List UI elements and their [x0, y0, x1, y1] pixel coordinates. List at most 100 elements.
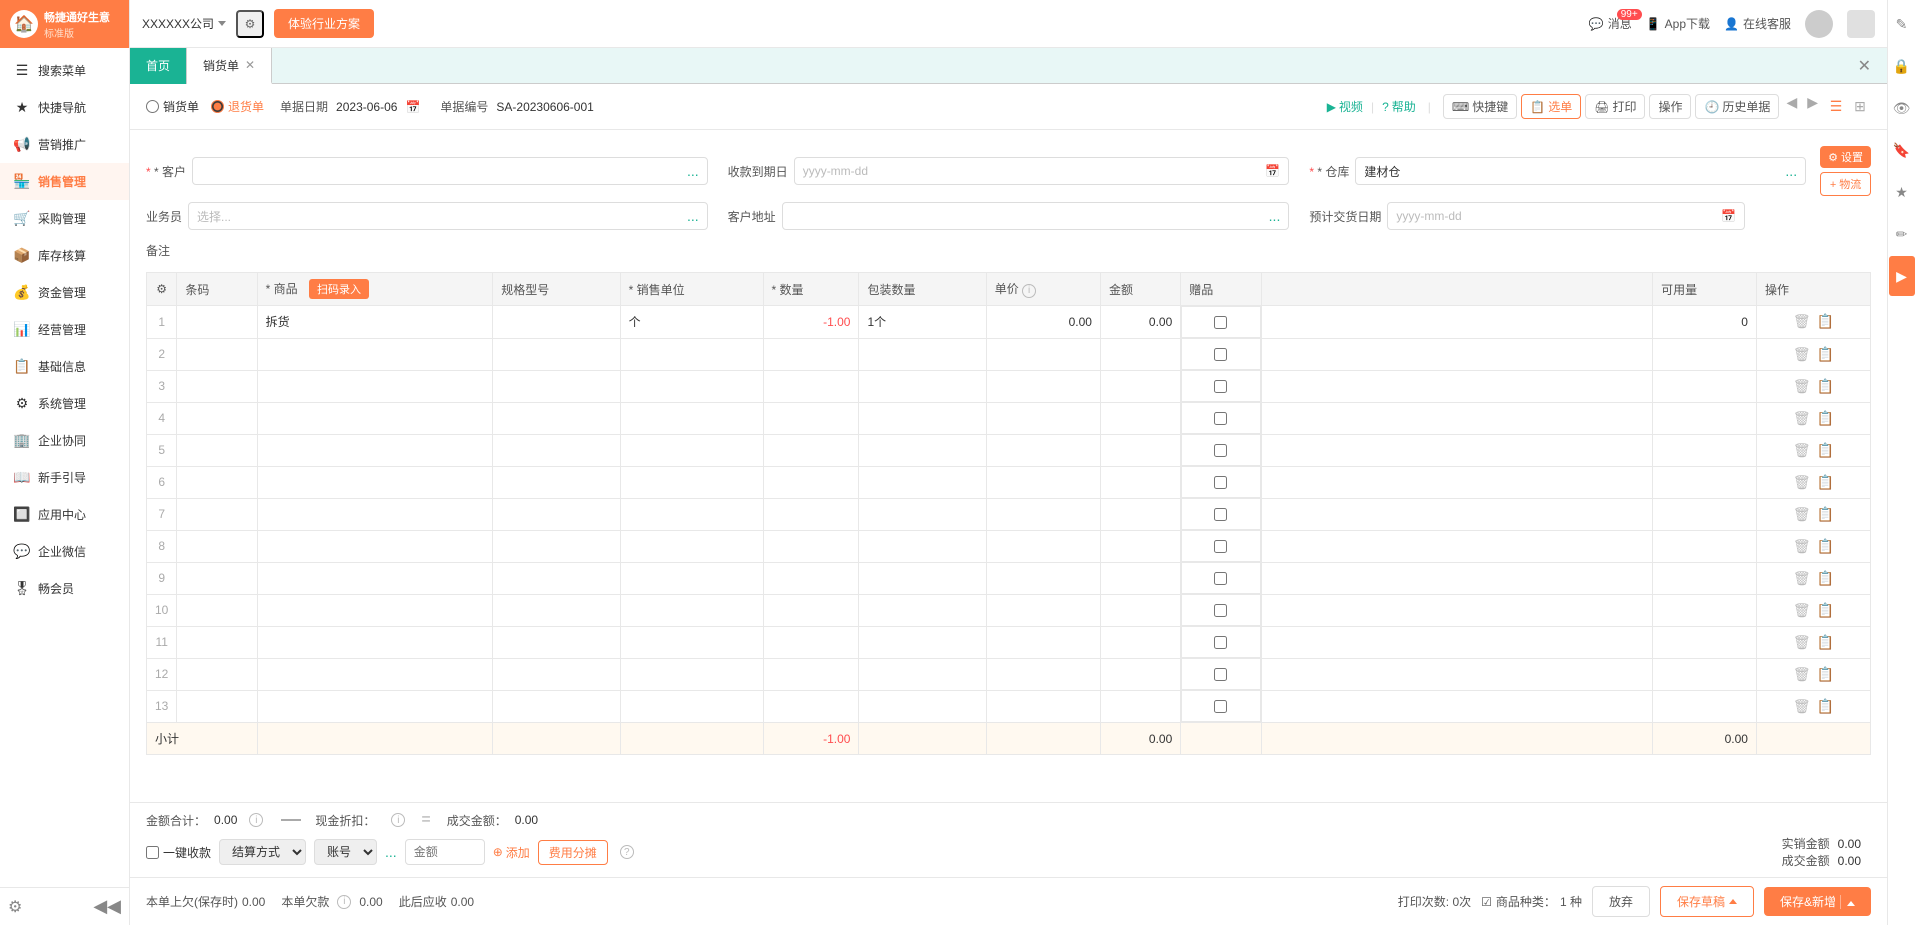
gift-checkbox-8[interactable]	[1214, 540, 1227, 553]
radio-sales-input[interactable]	[146, 100, 159, 113]
radio-return-input[interactable]	[211, 100, 224, 113]
sidebar-item-guide[interactable]: 📖 新手引导	[0, 459, 129, 496]
product-cell-12[interactable]	[257, 658, 493, 690]
spec-cell-11[interactable]	[493, 626, 620, 658]
customer-input[interactable]: ...	[192, 157, 708, 185]
unit-price-cell-8[interactable]	[986, 530, 1100, 562]
row-copy-icon-2[interactable]: 📋	[1817, 346, 1834, 363]
gift-checkbox-12[interactable]	[1214, 668, 1227, 681]
sidebar-item-marketing[interactable]: 📢 营销推广	[0, 126, 129, 163]
gift-checkbox-2[interactable]	[1214, 348, 1227, 361]
row-copy-icon-8[interactable]: 📋	[1817, 538, 1834, 555]
product-cell-5[interactable]	[257, 434, 493, 466]
product-cell-2[interactable]	[257, 338, 493, 370]
gift-cell-4[interactable]	[1181, 402, 1260, 434]
row-delete-icon-6[interactable]: 🗑	[1793, 474, 1811, 491]
gift-checkbox-3[interactable]	[1214, 380, 1227, 393]
help-link[interactable]: ? 帮助	[1382, 98, 1416, 115]
unit-cell-9[interactable]	[620, 562, 763, 594]
unit-cell-8[interactable]	[620, 530, 763, 562]
product-cell-1[interactable]: 拆货	[257, 306, 493, 339]
remark-cell-8[interactable]	[1261, 530, 1653, 562]
fenyong-btn[interactable]: 费用分摊	[538, 840, 608, 865]
qty-cell-2[interactable]	[763, 338, 859, 370]
row-delete-icon-13[interactable]: 🗑	[1793, 698, 1811, 715]
list-view-icon[interactable]: ☰	[1825, 96, 1847, 118]
spec-cell-8[interactable]	[493, 530, 620, 562]
gift-cell-1[interactable]	[1181, 306, 1260, 338]
spec-cell-5[interactable]	[493, 434, 620, 466]
unit-price-cell-7[interactable]	[986, 498, 1100, 530]
qty-cell-10[interactable]	[763, 594, 859, 626]
unit-price-cell-12[interactable]	[986, 658, 1100, 690]
qty-cell-4[interactable]	[763, 402, 859, 434]
remark-cell-6[interactable]	[1261, 466, 1653, 498]
row-copy-icon-3[interactable]: 📋	[1817, 378, 1834, 395]
row-delete-icon-1[interactable]: 🗑	[1793, 313, 1811, 330]
qty-cell-9[interactable]	[763, 562, 859, 594]
payment-amount-input[interactable]	[405, 839, 485, 865]
gift-cell-8[interactable]	[1181, 530, 1260, 562]
unit-cell-11[interactable]	[620, 626, 763, 658]
expected-delivery-input[interactable]: yyyy-mm-dd 📅	[1387, 202, 1745, 230]
sidebar-footer-settings-icon[interactable]: ⚙	[8, 897, 22, 917]
operation-btn[interactable]: 操作	[1649, 94, 1691, 119]
row-delete-icon-4[interactable]: 🗑	[1793, 410, 1811, 427]
row-delete-icon-3[interactable]: 🗑	[1793, 378, 1811, 395]
gift-cell-7[interactable]	[1181, 498, 1260, 530]
unit-price-cell-6[interactable]	[986, 466, 1100, 498]
product-cell-8[interactable]	[257, 530, 493, 562]
remark-cell-1[interactable]	[1261, 306, 1653, 339]
rsb-lock-btn[interactable]: 🔒	[1889, 46, 1915, 86]
pack-qty-cell-5[interactable]	[859, 434, 986, 466]
barcode-cell-7[interactable]	[177, 498, 257, 530]
pack-qty-cell-1[interactable]: 1个	[859, 306, 986, 339]
amount-cell-13[interactable]	[1100, 690, 1180, 723]
print-btn[interactable]: 🖨 打印	[1585, 94, 1645, 119]
gift-checkbox-6[interactable]	[1214, 476, 1227, 489]
prev-page-btn[interactable]: ◀	[1783, 94, 1800, 119]
window-close-icon[interactable]: ✕	[1850, 56, 1879, 76]
amount-cell-1[interactable]: 0.00	[1100, 306, 1180, 339]
user-menu-btn[interactable]	[1847, 10, 1875, 38]
save-new-btn[interactable]: 保存&新增	[1764, 887, 1871, 916]
qty-cell-5[interactable]	[763, 434, 859, 466]
rsb-bookmark-btn[interactable]: 🔖	[1889, 130, 1915, 170]
remark-cell-7[interactable]	[1261, 498, 1653, 530]
row-copy-icon-4[interactable]: 📋	[1817, 410, 1834, 427]
sidebar-item-member[interactable]: 🎖 畅会员	[0, 570, 129, 607]
gift-cell-5[interactable]	[1181, 434, 1260, 466]
discount-info-icon[interactable]: i	[391, 813, 405, 827]
row-copy-icon-7[interactable]: 📋	[1817, 506, 1834, 523]
qty-cell-7[interactable]	[763, 498, 859, 530]
customer-addr-dots-icon[interactable]: ...	[1269, 208, 1281, 224]
barcode-cell-11[interactable]	[177, 626, 257, 658]
amount-cell-3[interactable]	[1100, 370, 1180, 402]
qty-cell-11[interactable]	[763, 626, 859, 658]
pack-qty-cell-12[interactable]	[859, 658, 986, 690]
gift-checkbox-10[interactable]	[1214, 604, 1227, 617]
gift-cell-9[interactable]	[1181, 562, 1260, 594]
pack-qty-cell-9[interactable]	[859, 562, 986, 594]
gift-cell-10[interactable]	[1181, 594, 1260, 626]
unit-cell-12[interactable]	[620, 658, 763, 690]
spec-cell-3[interactable]	[493, 370, 620, 402]
product-cell-6[interactable]	[257, 466, 493, 498]
payment-due-input[interactable]: yyyy-mm-dd 📅	[794, 157, 1290, 185]
onestep-payment-input[interactable]	[146, 846, 159, 859]
grid-view-icon[interactable]: ⊞	[1849, 96, 1871, 118]
spec-cell-12[interactable]	[493, 658, 620, 690]
warehouse-input[interactable]: 建材仓 ...	[1355, 157, 1806, 185]
sidebar-item-purchase[interactable]: 🛒 采购管理	[0, 200, 129, 237]
shortcut-btn[interactable]: ⌨ 快捷键	[1443, 94, 1517, 119]
sidebar-item-sales-mgmt[interactable]: 🏪 销售管理	[0, 163, 129, 200]
unit-cell-7[interactable]	[620, 498, 763, 530]
pack-qty-cell-8[interactable]	[859, 530, 986, 562]
amount-cell-5[interactable]	[1100, 434, 1180, 466]
doc-due-info-icon[interactable]: i	[337, 895, 351, 909]
salesperson-input[interactable]: 选择... ...	[188, 202, 708, 230]
row-delete-icon-2[interactable]: 🗑	[1793, 346, 1811, 363]
row-copy-icon-13[interactable]: 📋	[1817, 698, 1834, 715]
barcode-cell-10[interactable]	[177, 594, 257, 626]
gift-cell-11[interactable]	[1181, 626, 1260, 658]
